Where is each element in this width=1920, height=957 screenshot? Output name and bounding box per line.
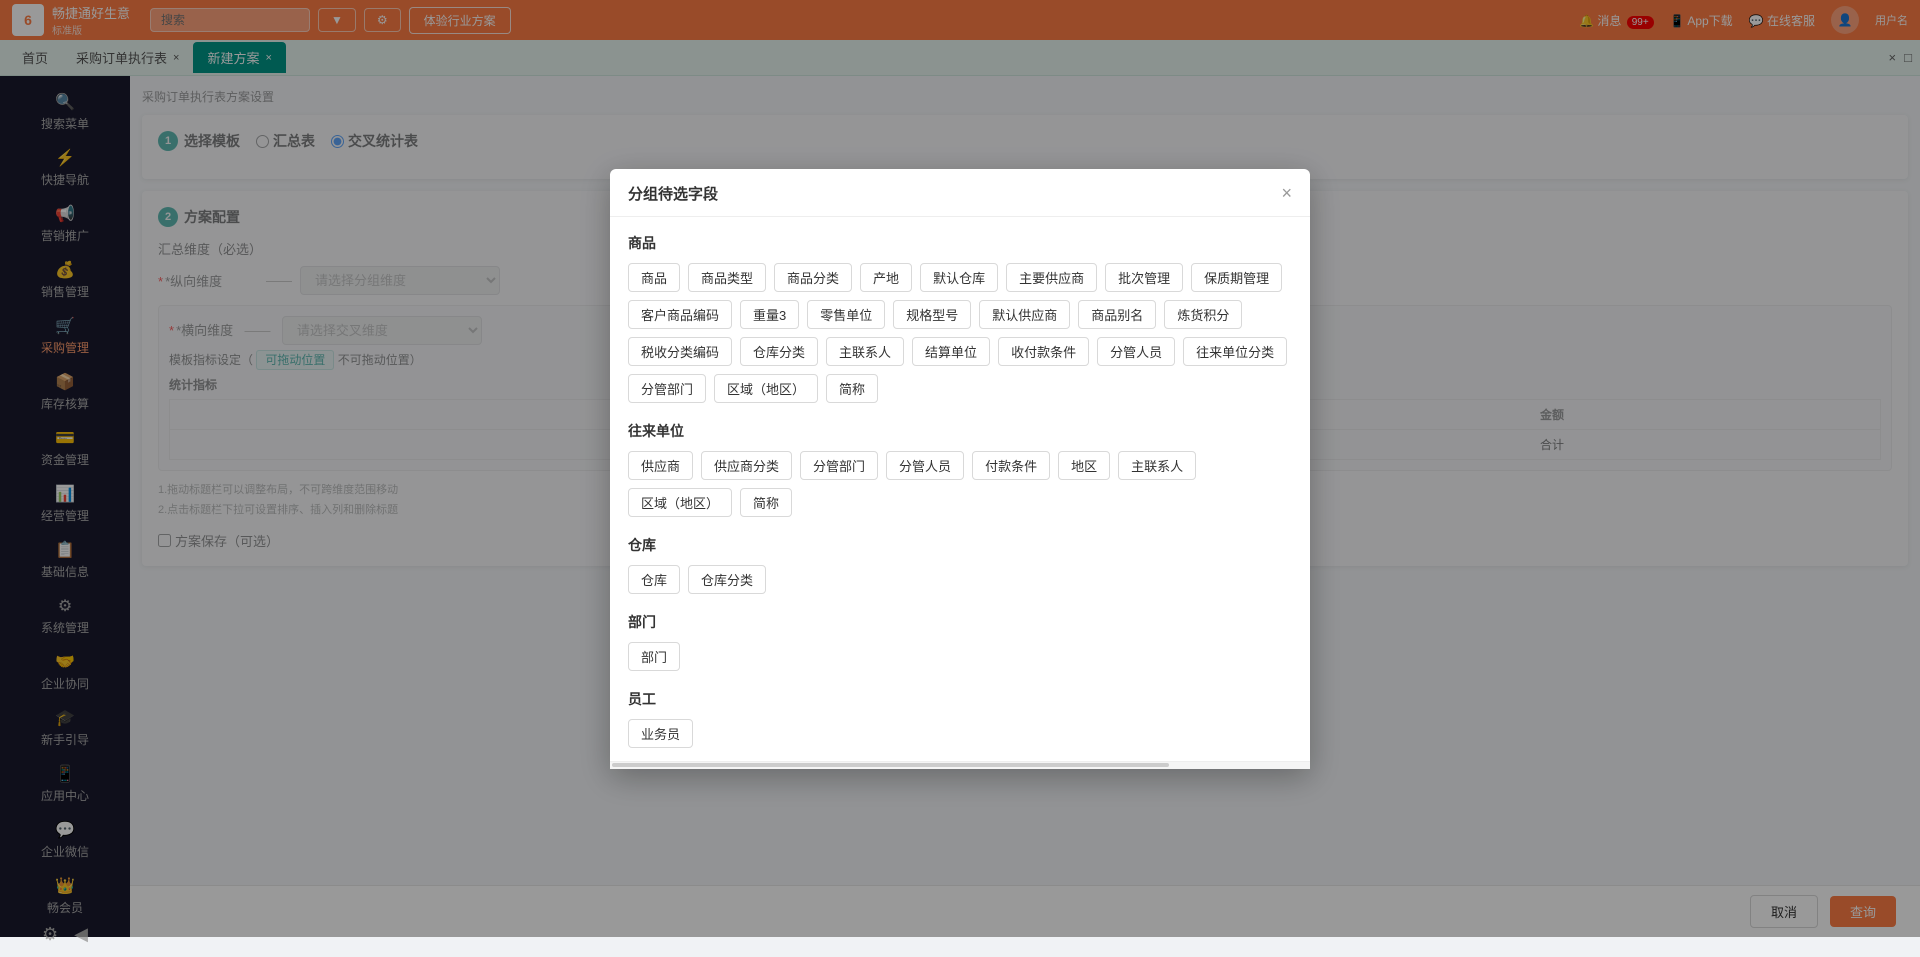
field-group-warehouse: 仓库 仓库仓库分类 — [628, 535, 1292, 594]
field-tag[interactable]: 重量3 — [740, 300, 799, 329]
field-tag[interactable]: 客户商品编码 — [628, 300, 732, 329]
field-tag[interactable]: 区域（地区） — [714, 374, 818, 403]
field-tag[interactable]: 收付款条件 — [998, 337, 1089, 366]
field-tag[interactable]: 结算单位 — [912, 337, 990, 366]
field-tag[interactable]: 主联系人 — [826, 337, 904, 366]
field-tag[interactable]: 区域（地区） — [628, 488, 732, 517]
field-tag[interactable]: 商品 — [628, 263, 680, 292]
field-tag[interactable]: 产地 — [860, 263, 912, 292]
field-tag[interactable]: 业务员 — [628, 719, 693, 748]
dialog-title: 分组待选字段 — [628, 183, 718, 204]
field-tag[interactable]: 仓库分类 — [688, 565, 766, 594]
dialog-close-btn[interactable]: × — [1281, 184, 1292, 202]
field-tag[interactable]: 分管人员 — [1097, 337, 1175, 366]
field-tag[interactable]: 主要供应商 — [1006, 263, 1097, 292]
modal-overlay: 分组待选字段 × 商品 商品商品类型商品分类产地默认仓库主要供应商批次管理保质期… — [0, 0, 1920, 937]
field-tags-warehouse: 仓库仓库分类 — [628, 565, 1292, 594]
field-group-partner: 往来单位 供应商供应商分类分管部门分管人员付款条件地区主联系人区域（地区） 简称 — [628, 421, 1292, 517]
field-tag[interactable]: 供应商分类 — [701, 451, 792, 480]
field-tag[interactable]: 规格型号 — [893, 300, 971, 329]
field-tag[interactable]: 付款条件 — [972, 451, 1050, 480]
field-tag[interactable]: 默认仓库 — [920, 263, 998, 292]
field-tag[interactable]: 税收分类编码 — [628, 337, 732, 366]
field-tag[interactable]: 往来单位分类 — [1183, 337, 1287, 366]
field-tags-partner: 供应商供应商分类分管部门分管人员付款条件地区主联系人区域（地区） 简称 — [628, 451, 1292, 517]
field-group-partner-title: 往来单位 — [628, 421, 1292, 441]
field-tags-goods: 商品商品类型商品分类产地默认仓库主要供应商批次管理保质期管理客户商品编码重量3 零… — [628, 263, 1292, 403]
dialog-body: 商品 商品商品类型商品分类产地默认仓库主要供应商批次管理保质期管理客户商品编码重… — [610, 217, 1310, 761]
field-tag[interactable]: 仓库 — [628, 565, 680, 594]
field-tag[interactable]: 炼货积分 — [1164, 300, 1242, 329]
field-tag[interactable]: 分管部门 — [628, 374, 706, 403]
field-tag[interactable]: 零售单位 — [807, 300, 885, 329]
dialog: 分组待选字段 × 商品 商品商品类型商品分类产地默认仓库主要供应商批次管理保质期… — [610, 169, 1310, 769]
field-tag[interactable]: 分管人员 — [886, 451, 964, 480]
field-tag[interactable]: 主联系人 — [1118, 451, 1196, 480]
field-tag[interactable]: 简称 — [740, 488, 792, 517]
field-tag[interactable]: 部门 — [628, 642, 680, 671]
dialog-hscroll — [610, 761, 1310, 769]
field-tag[interactable]: 仓库分类 — [740, 337, 818, 366]
dialog-header: 分组待选字段 × — [610, 169, 1310, 217]
field-tags-staff: 业务员 — [628, 719, 1292, 748]
field-tag[interactable]: 商品类型 — [688, 263, 766, 292]
field-group-dept-title: 部门 — [628, 612, 1292, 632]
field-tag[interactable]: 默认供应商 — [979, 300, 1070, 329]
field-tag[interactable]: 地区 — [1058, 451, 1110, 480]
field-tag[interactable]: 供应商 — [628, 451, 693, 480]
field-tag[interactable]: 商品分类 — [774, 263, 852, 292]
field-group-staff-title: 员工 — [628, 689, 1292, 709]
field-tags-dept: 部门 — [628, 642, 1292, 671]
field-tag[interactable]: 批次管理 — [1105, 263, 1183, 292]
field-tag[interactable]: 保质期管理 — [1191, 263, 1282, 292]
field-group-goods: 商品 商品商品类型商品分类产地默认仓库主要供应商批次管理保质期管理客户商品编码重… — [628, 233, 1292, 403]
field-group-staff: 员工 业务员 — [628, 689, 1292, 748]
field-tag[interactable]: 简称 — [826, 374, 878, 403]
field-group-goods-title: 商品 — [628, 233, 1292, 253]
field-tag[interactable]: 分管部门 — [800, 451, 878, 480]
field-tag[interactable]: 商品别名 — [1078, 300, 1156, 329]
field-group-warehouse-title: 仓库 — [628, 535, 1292, 555]
field-group-dept: 部门 部门 — [628, 612, 1292, 671]
